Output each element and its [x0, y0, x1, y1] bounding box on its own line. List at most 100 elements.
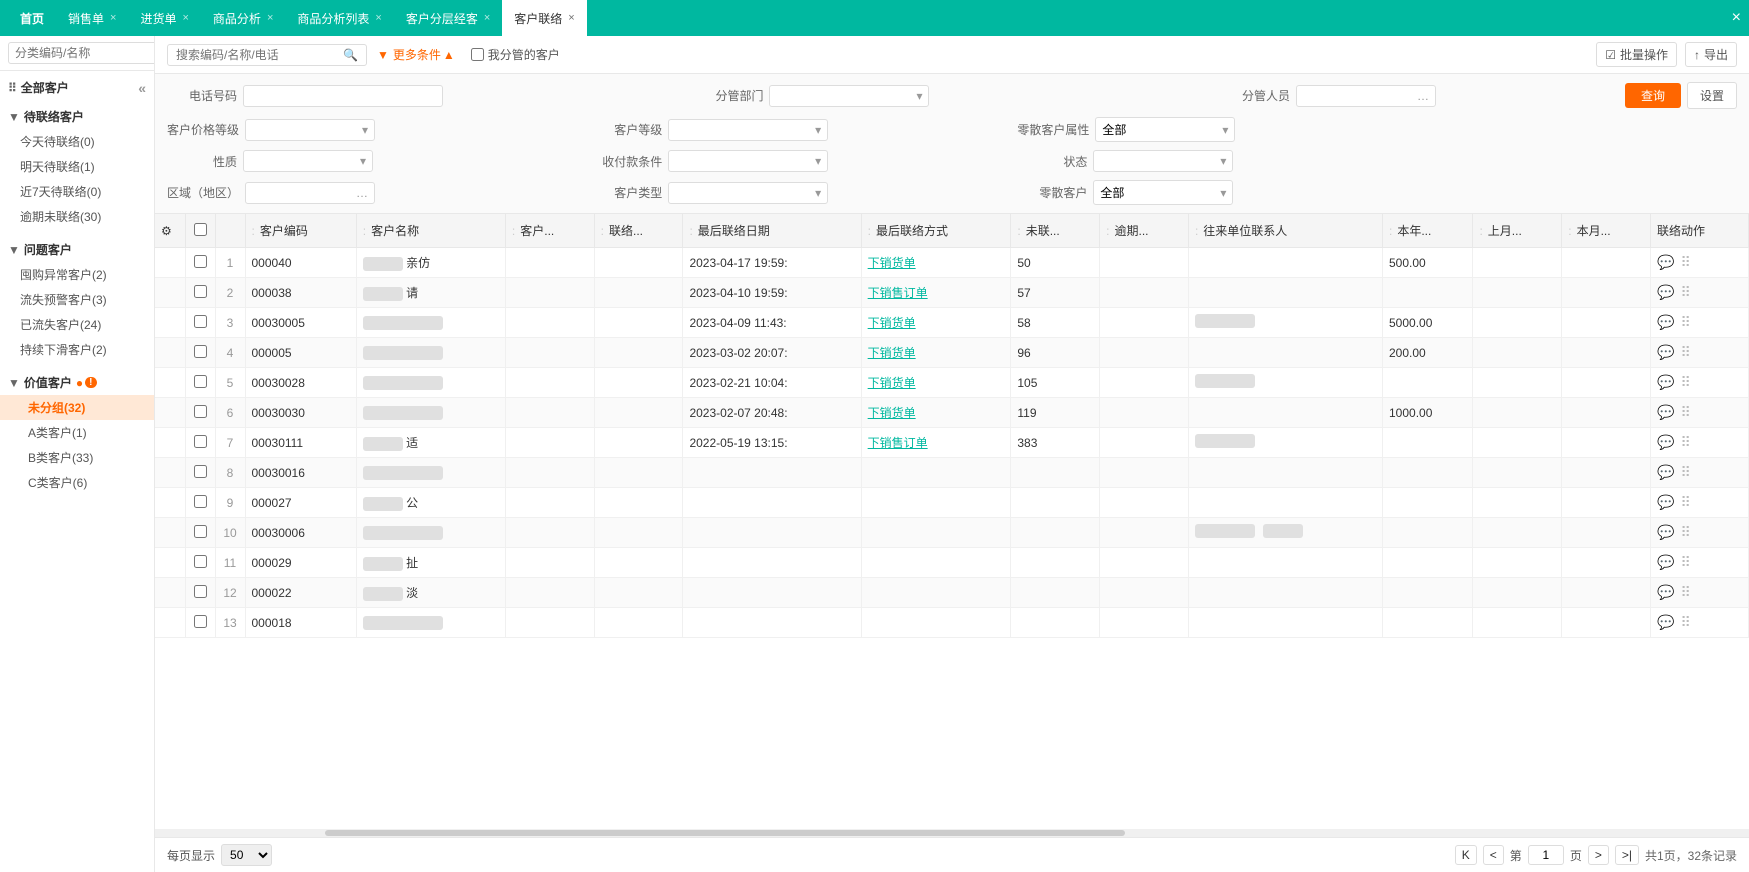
sidebar-all-customers[interactable]: ⠿ 全部客户 « — [0, 71, 154, 100]
sidebar-item-hoarding[interactable]: 囤购异常客户(2) — [0, 262, 154, 287]
col-last-contact-way[interactable]: :最后联络方式 — [861, 214, 1011, 248]
action-grid-icon-8[interactable]: ⠿ — [1680, 494, 1690, 511]
action-chat-icon-11[interactable]: 💬 — [1657, 584, 1674, 601]
action-grid-icon-2[interactable]: ⠿ — [1680, 314, 1690, 331]
sidebar-item-churned[interactable]: 已流失客户(24) — [0, 312, 154, 337]
manager-select[interactable]: … — [1296, 85, 1436, 107]
sidebar-section-pending-title[interactable]: ▼ 待联络客户 — [0, 104, 154, 129]
action-chat-icon-2[interactable]: 💬 — [1657, 314, 1674, 331]
close-purchase-tab[interactable]: × — [182, 12, 188, 24]
cell-checkbox-0[interactable] — [185, 248, 215, 278]
cell-checkbox-12[interactable] — [185, 608, 215, 638]
payment-select[interactable]: ▾ — [668, 150, 828, 172]
tab-customer-segment[interactable]: 客户分层经客 × — [394, 0, 502, 36]
table-container[interactable]: ⚙ :客户编码 :客户名称 :客户... — [155, 214, 1749, 829]
cell-checkbox-3[interactable] — [185, 338, 215, 368]
sidebar-item-class-c[interactable]: C类客户(6) — [0, 470, 154, 495]
sidebar-item-class-a[interactable]: A类客户(1) — [0, 420, 154, 445]
cell-checkbox-9[interactable] — [185, 518, 215, 548]
customer-level-select[interactable]: ▾ — [668, 119, 828, 141]
action-grid-icon-11[interactable]: ⠿ — [1680, 584, 1690, 601]
close-customer-contact-tab[interactable]: × — [568, 12, 574, 24]
action-chat-icon-1[interactable]: 💬 — [1657, 284, 1674, 301]
close-product-analysis-list-tab[interactable]: × — [375, 12, 381, 24]
cell-checkbox-11[interactable] — [185, 578, 215, 608]
col-code[interactable]: :客户编码 — [245, 214, 356, 248]
cell-last-contact-way-3[interactable]: 下销货单 — [861, 338, 1011, 368]
sidebar-collapse-icon[interactable]: « — [138, 80, 146, 96]
cell-checkbox-6[interactable] — [185, 428, 215, 458]
main-search-input[interactable] — [176, 48, 339, 62]
phone-input[interactable] — [243, 85, 443, 107]
close-app-button[interactable]: × — [1732, 9, 1741, 27]
col-checkbox[interactable] — [185, 214, 215, 248]
action-chat-icon-6[interactable]: 💬 — [1657, 434, 1674, 451]
col-this-year[interactable]: :本年... — [1383, 214, 1473, 248]
close-customer-segment-tab[interactable]: × — [484, 12, 490, 24]
cell-checkbox-5[interactable] — [185, 398, 215, 428]
cell-checkbox-4[interactable] — [185, 368, 215, 398]
action-grid-icon-7[interactable]: ⠿ — [1680, 464, 1690, 481]
more-conditions-button[interactable]: ▼ 更多条件 ▲ — [377, 46, 455, 63]
cell-checkbox-8[interactable] — [185, 488, 215, 518]
sidebar-section-problem-title[interactable]: ▼ 问题客户 — [0, 237, 154, 262]
scrollbar-thumb[interactable] — [325, 830, 1125, 836]
action-chat-icon-4[interactable]: 💬 — [1657, 374, 1674, 391]
action-grid-icon-0[interactable]: ⠿ — [1680, 254, 1690, 271]
cell-last-contact-way-1[interactable]: 下销售订单 — [861, 278, 1011, 308]
action-grid-icon-1[interactable]: ⠿ — [1680, 284, 1690, 301]
cell-last-contact-way-2[interactable]: 下销货单 — [861, 308, 1011, 338]
price-level-select[interactable]: ▾ — [245, 119, 375, 141]
sidebar-item-tomorrow-pending[interactable]: 明天待联络(1) — [0, 154, 154, 179]
sidebar-item-class-b[interactable]: B类客户(33) — [0, 445, 154, 470]
cell-checkbox-10[interactable] — [185, 548, 215, 578]
cell-last-contact-way-6[interactable]: 下销售订单 — [861, 428, 1011, 458]
col-contacts[interactable]: :往来单位联系人 — [1188, 214, 1382, 248]
page-number-input[interactable] — [1528, 845, 1564, 865]
cell-last-contact-way-5[interactable]: 下销货单 — [861, 398, 1011, 428]
close-sales-tab[interactable]: × — [110, 12, 116, 24]
tab-product-analysis[interactable]: 商品分析 × — [201, 0, 285, 36]
region-select[interactable]: … — [245, 182, 375, 204]
retail-attr-select[interactable]: 全部 ▾ — [1095, 117, 1235, 142]
action-chat-icon-3[interactable]: 💬 — [1657, 344, 1674, 361]
action-chat-icon-0[interactable]: 💬 — [1657, 254, 1674, 271]
category-search-input[interactable] — [8, 42, 155, 64]
sidebar-item-overdue[interactable]: 逾期未联络(30) — [0, 204, 154, 229]
cell-last-contact-way-0[interactable]: 下销货单 — [861, 248, 1011, 278]
col-overdue[interactable]: :逾期... — [1100, 214, 1189, 248]
action-grid-icon-5[interactable]: ⠿ — [1680, 404, 1690, 421]
sidebar-item-today-pending[interactable]: 今天待联络(0) — [0, 129, 154, 154]
query-button[interactable]: 查询 — [1625, 83, 1681, 108]
action-grid-icon-12[interactable]: ⠿ — [1680, 614, 1690, 631]
cell-checkbox-7[interactable] — [185, 458, 215, 488]
sidebar-item-churn-warning[interactable]: 流失预警客户(3) — [0, 287, 154, 312]
col-customer-type[interactable]: :客户... — [505, 214, 594, 248]
action-chat-icon-9[interactable]: 💬 — [1657, 524, 1674, 541]
batch-operations-button[interactable]: ☑ 批量操作 — [1596, 42, 1677, 67]
col-last-contact-date[interactable]: :最后联络日期 — [683, 214, 861, 248]
select-all-checkbox[interactable] — [194, 223, 207, 236]
last-page-button[interactable]: >| — [1615, 845, 1639, 865]
customer-type-select[interactable]: ▾ — [668, 182, 828, 204]
first-page-button[interactable]: K — [1455, 845, 1477, 865]
retail-select[interactable]: 全部 ▾ — [1093, 180, 1233, 205]
action-grid-icon-6[interactable]: ⠿ — [1680, 434, 1690, 451]
action-grid-icon-10[interactable]: ⠿ — [1680, 554, 1690, 571]
cell-last-contact-way-4[interactable]: 下销货单 — [861, 368, 1011, 398]
action-grid-icon-4[interactable]: ⠿ — [1680, 374, 1690, 391]
status-select[interactable]: ▾ — [1093, 150, 1233, 172]
tab-customer-contact[interactable]: 客户联络 × — [502, 0, 586, 36]
close-product-analysis-tab[interactable]: × — [267, 12, 273, 24]
reset-button[interactable]: 设置 — [1687, 82, 1737, 109]
horizontal-scrollbar[interactable] — [155, 829, 1749, 837]
action-grid-icon-3[interactable]: ⠿ — [1680, 344, 1690, 361]
action-chat-icon-8[interactable]: 💬 — [1657, 494, 1674, 511]
col-name[interactable]: :客户名称 — [356, 214, 505, 248]
action-chat-icon-5[interactable]: 💬 — [1657, 404, 1674, 421]
next-page-button[interactable]: > — [1588, 845, 1609, 865]
sidebar-section-value-title[interactable]: ▼ 价值客户 ● ! — [0, 370, 154, 395]
tab-purchase[interactable]: 进货单 × — [128, 0, 200, 36]
main-search-icon[interactable]: 🔍 — [343, 48, 358, 62]
my-customers-checkbox[interactable] — [471, 48, 484, 61]
